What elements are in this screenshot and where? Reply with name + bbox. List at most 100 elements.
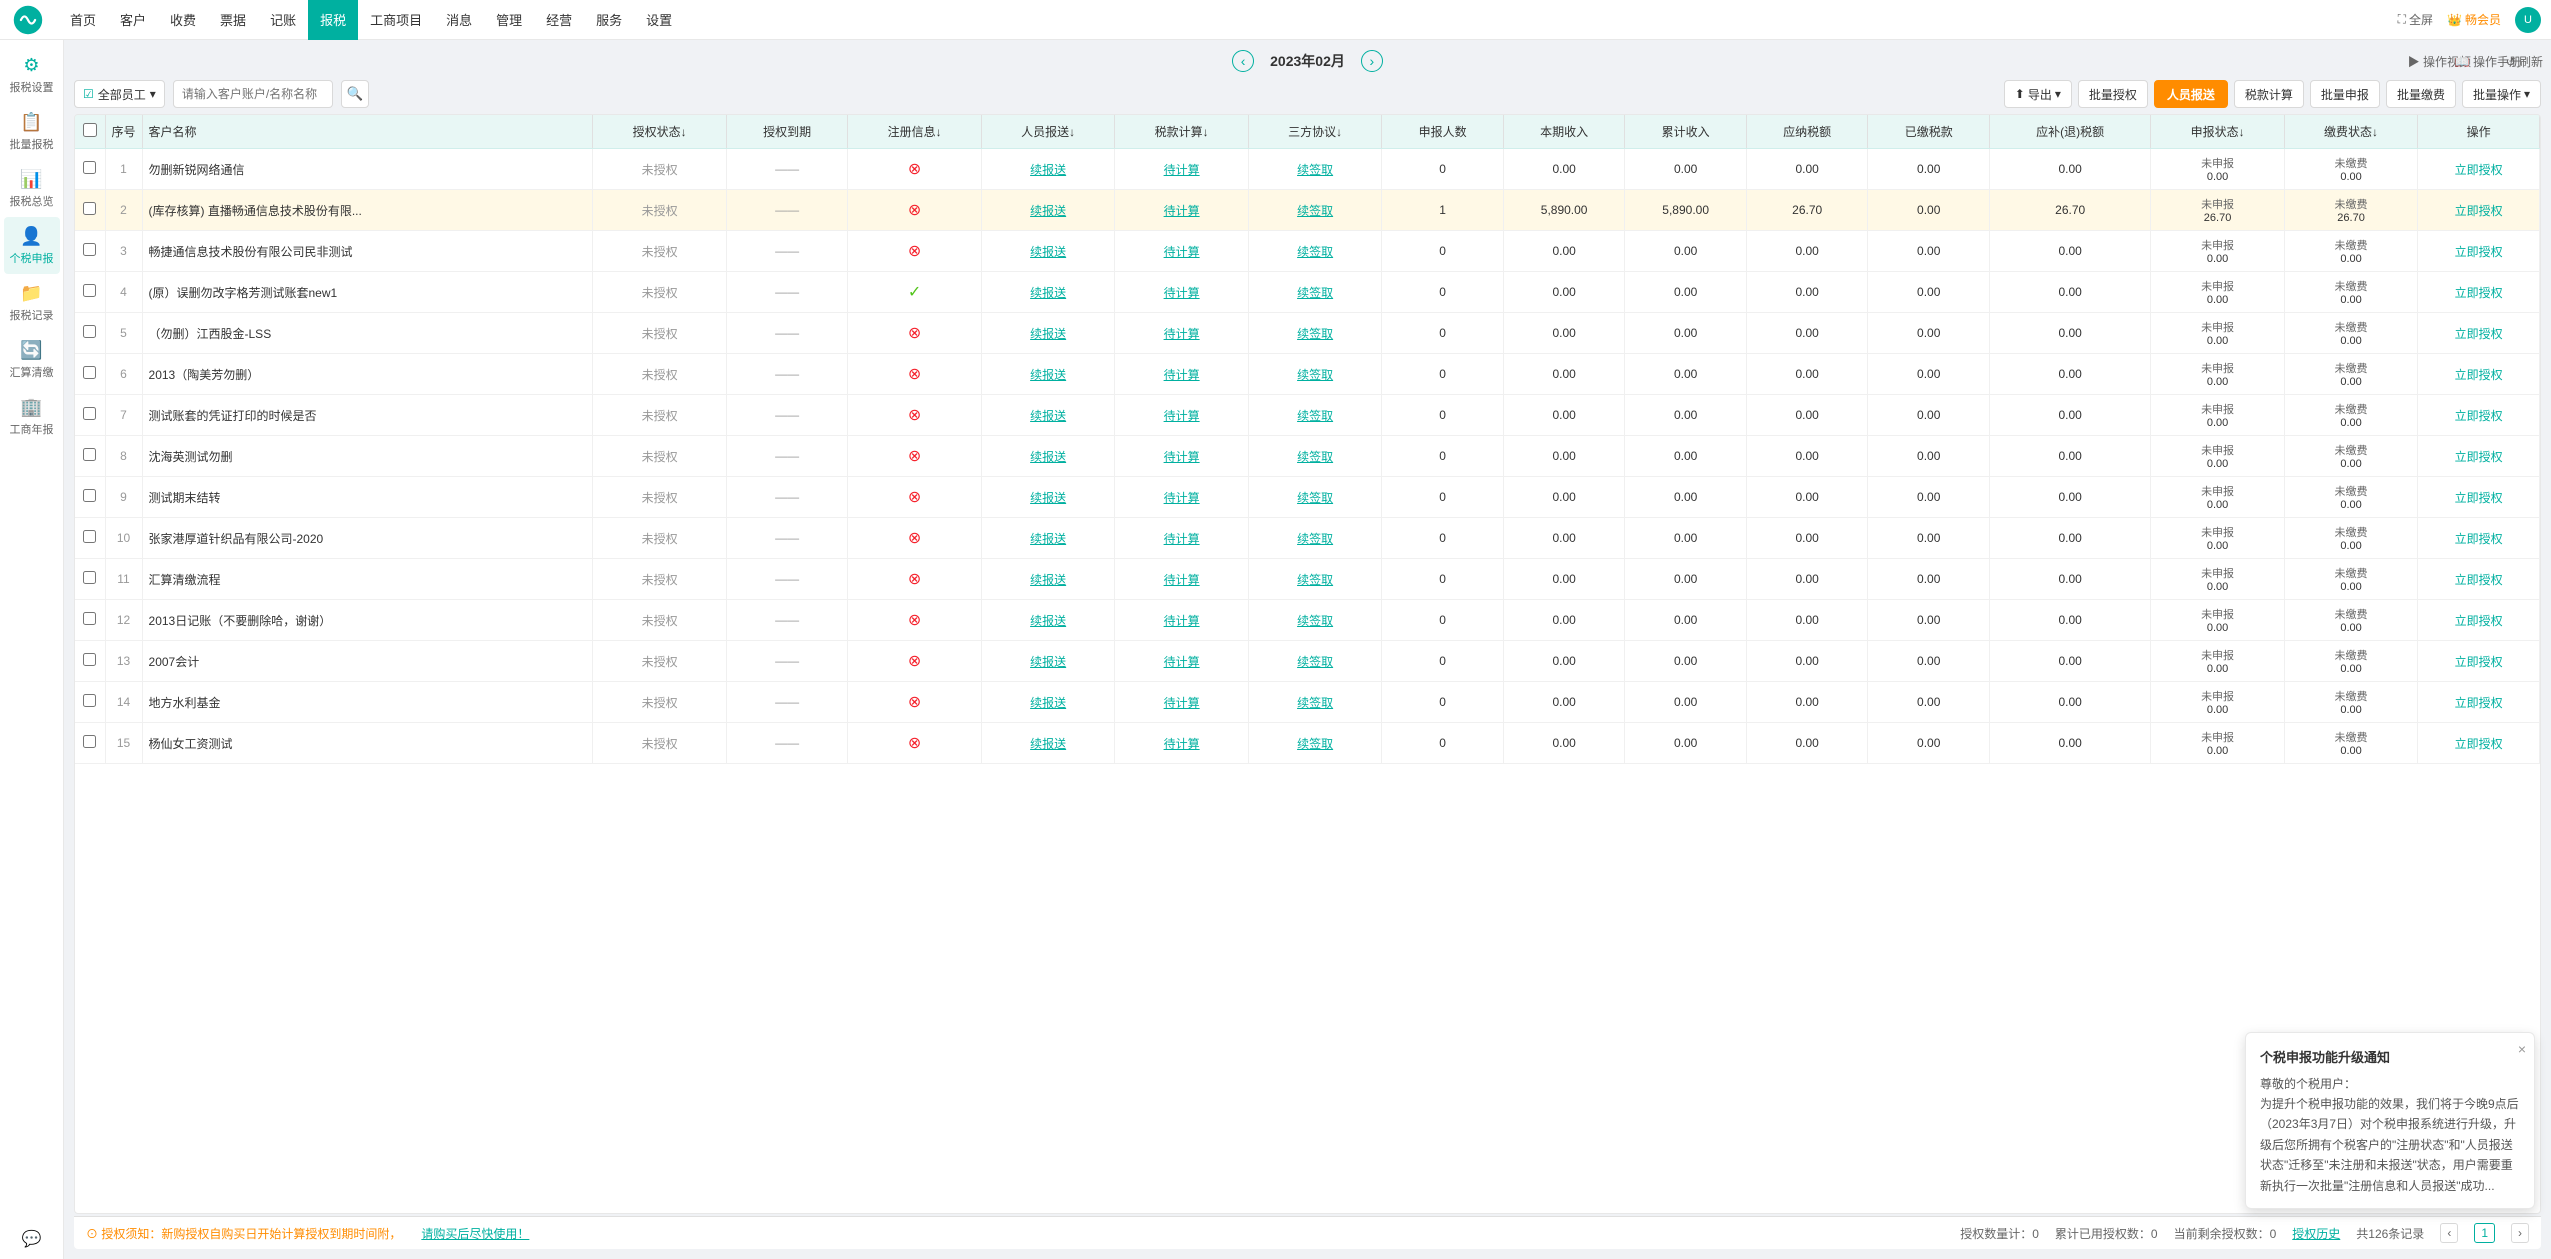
tax-calc-link[interactable]: 待计算: [1164, 450, 1200, 464]
nav-item-service[interactable]: 服务: [584, 0, 634, 40]
row-checkbox[interactable]: [83, 448, 96, 461]
row-checkbox[interactable]: [83, 407, 96, 420]
tax-calc-link[interactable]: 待计算: [1164, 573, 1200, 587]
nav-item-client[interactable]: 客户: [108, 0, 158, 40]
nav-item-operate[interactable]: 经营: [534, 0, 584, 40]
table-container[interactable]: 序号 客户名称 授权状态↓ 授权到期 注册信息↓ 人员报送↓ 税款计算↓ 三方协…: [74, 114, 2541, 1214]
action-link[interactable]: 立即授权: [2455, 286, 2503, 300]
prev-month-btn[interactable]: ‹: [1232, 50, 1254, 72]
tri-party-cell[interactable]: 续签取: [1248, 641, 1381, 682]
nav-item-manage[interactable]: 管理: [484, 0, 534, 40]
tax-calc-link[interactable]: 待计算: [1164, 655, 1200, 669]
action-link[interactable]: 立即授权: [2455, 491, 2503, 505]
sidebar-item-tax-record[interactable]: 📁 报税记录: [4, 274, 60, 331]
page-next-btn[interactable]: ›: [2511, 1223, 2529, 1243]
person-report-cell[interactable]: 续报送: [981, 559, 1114, 600]
col-report-status[interactable]: 申报状态↓: [2151, 115, 2284, 149]
nav-item-tax[interactable]: 报税: [308, 0, 358, 40]
person-report-cell[interactable]: 续报送: [981, 313, 1114, 354]
person-report-link[interactable]: 续报送: [1030, 573, 1066, 587]
action-cell[interactable]: 立即授权: [2418, 395, 2540, 436]
tax-calc-cell[interactable]: 待计算: [1115, 723, 1248, 764]
tri-party-link[interactable]: 续签取: [1297, 573, 1333, 587]
person-report-cell[interactable]: 续报送: [981, 272, 1114, 313]
action-link[interactable]: 立即授权: [2455, 696, 2503, 710]
search-button[interactable]: 🔍: [341, 80, 369, 108]
tri-party-cell[interactable]: 续签取: [1248, 395, 1381, 436]
person-report-link[interactable]: 续报送: [1030, 245, 1066, 259]
tax-calc-cell[interactable]: 待计算: [1115, 190, 1248, 231]
sidebar-item-overview[interactable]: 📊 报税总览: [4, 160, 60, 217]
col-auth-status[interactable]: 授权状态↓: [593, 115, 726, 149]
tax-calc-link[interactable]: 待计算: [1164, 614, 1200, 628]
tri-party-link[interactable]: 续签取: [1297, 737, 1333, 751]
tri-party-cell[interactable]: 续签取: [1248, 723, 1381, 764]
person-report-cell[interactable]: 续报送: [981, 682, 1114, 723]
tax-calc-cell[interactable]: 待计算: [1115, 559, 1248, 600]
person-report-cell[interactable]: 续报送: [981, 641, 1114, 682]
person-report-link[interactable]: 续报送: [1030, 409, 1066, 423]
auth-link[interactable]: 请购买后尽快使用！: [421, 1225, 529, 1242]
tax-calc-link[interactable]: 待计算: [1164, 532, 1200, 546]
person-report-cell[interactable]: 续报送: [981, 231, 1114, 272]
tri-party-link[interactable]: 续签取: [1297, 532, 1333, 546]
action-cell[interactable]: 立即授权: [2418, 436, 2540, 477]
tax-calc-link[interactable]: 待计算: [1164, 409, 1200, 423]
tri-party-cell[interactable]: 续签取: [1248, 313, 1381, 354]
tri-party-link[interactable]: 续签取: [1297, 614, 1333, 628]
nav-item-settings[interactable]: 设置: [634, 0, 684, 40]
row-checkbox[interactable]: [83, 366, 96, 379]
action-cell[interactable]: 立即授权: [2418, 641, 2540, 682]
tri-party-link[interactable]: 续签取: [1297, 245, 1333, 259]
tri-party-link[interactable]: 续签取: [1297, 204, 1333, 218]
action-link[interactable]: 立即授权: [2455, 245, 2503, 259]
tri-party-cell[interactable]: 续签取: [1248, 436, 1381, 477]
person-report-btn[interactable]: 人员报送: [2154, 80, 2228, 108]
tri-party-cell[interactable]: 续签取: [1248, 149, 1381, 190]
batch-ops-btn[interactable]: 批量操作 ▾: [2462, 80, 2541, 108]
person-report-cell[interactable]: 续报送: [981, 354, 1114, 395]
action-link[interactable]: 立即授权: [2455, 450, 2503, 464]
col-checkbox[interactable]: [75, 115, 105, 149]
batch-report-btn[interactable]: 批量申报: [2310, 80, 2380, 108]
person-report-link[interactable]: 续报送: [1030, 696, 1066, 710]
action-cell[interactable]: 立即授权: [2418, 272, 2540, 313]
person-report-cell[interactable]: 续报送: [981, 436, 1114, 477]
person-report-link[interactable]: 续报送: [1030, 532, 1066, 546]
action-cell[interactable]: 立即授权: [2418, 477, 2540, 518]
row-checkbox[interactable]: [83, 530, 96, 543]
col-tri-party[interactable]: 三方协议↓: [1248, 115, 1381, 149]
tri-party-link[interactable]: 续签取: [1297, 327, 1333, 341]
tri-party-link[interactable]: 续签取: [1297, 286, 1333, 300]
nav-item-home[interactable]: 首页: [58, 0, 108, 40]
col-pay-status[interactable]: 缴费状态↓: [2284, 115, 2417, 149]
row-checkbox[interactable]: [83, 202, 96, 215]
person-report-link[interactable]: 续报送: [1030, 450, 1066, 464]
tri-party-link[interactable]: 续签取: [1297, 409, 1333, 423]
tri-party-cell[interactable]: 续签取: [1248, 231, 1381, 272]
search-input[interactable]: [173, 80, 333, 108]
person-report-link[interactable]: 续报送: [1030, 163, 1066, 177]
next-month-btn[interactable]: ›: [1361, 50, 1383, 72]
logo[interactable]: [10, 2, 46, 38]
tax-calc-cell[interactable]: 待计算: [1115, 641, 1248, 682]
employee-filter-select[interactable]: ☑ 全部员工 ▾: [74, 80, 165, 108]
row-checkbox[interactable]: [83, 735, 96, 748]
person-report-link[interactable]: 续报送: [1030, 614, 1066, 628]
tri-party-link[interactable]: 续签取: [1297, 655, 1333, 669]
batch-pay-btn[interactable]: 批量缴费: [2386, 80, 2456, 108]
export-btn[interactable]: ⬆ 导出 ▾: [2004, 80, 2072, 108]
row-checkbox[interactable]: [83, 161, 96, 174]
tax-calc-link[interactable]: 待计算: [1164, 286, 1200, 300]
person-report-link[interactable]: 续报送: [1030, 204, 1066, 218]
action-link[interactable]: 立即授权: [2455, 327, 2503, 341]
tri-party-link[interactable]: 续签取: [1297, 696, 1333, 710]
tax-calc-btn[interactable]: 税款计算: [2234, 80, 2304, 108]
action-cell[interactable]: 立即授权: [2418, 354, 2540, 395]
tri-party-cell[interactable]: 续签取: [1248, 600, 1381, 641]
person-report-cell[interactable]: 续报送: [981, 600, 1114, 641]
person-report-link[interactable]: 续报送: [1030, 368, 1066, 382]
tri-party-cell[interactable]: 续签取: [1248, 518, 1381, 559]
tax-calc-cell[interactable]: 待计算: [1115, 313, 1248, 354]
tri-party-cell[interactable]: 续签取: [1248, 272, 1381, 313]
